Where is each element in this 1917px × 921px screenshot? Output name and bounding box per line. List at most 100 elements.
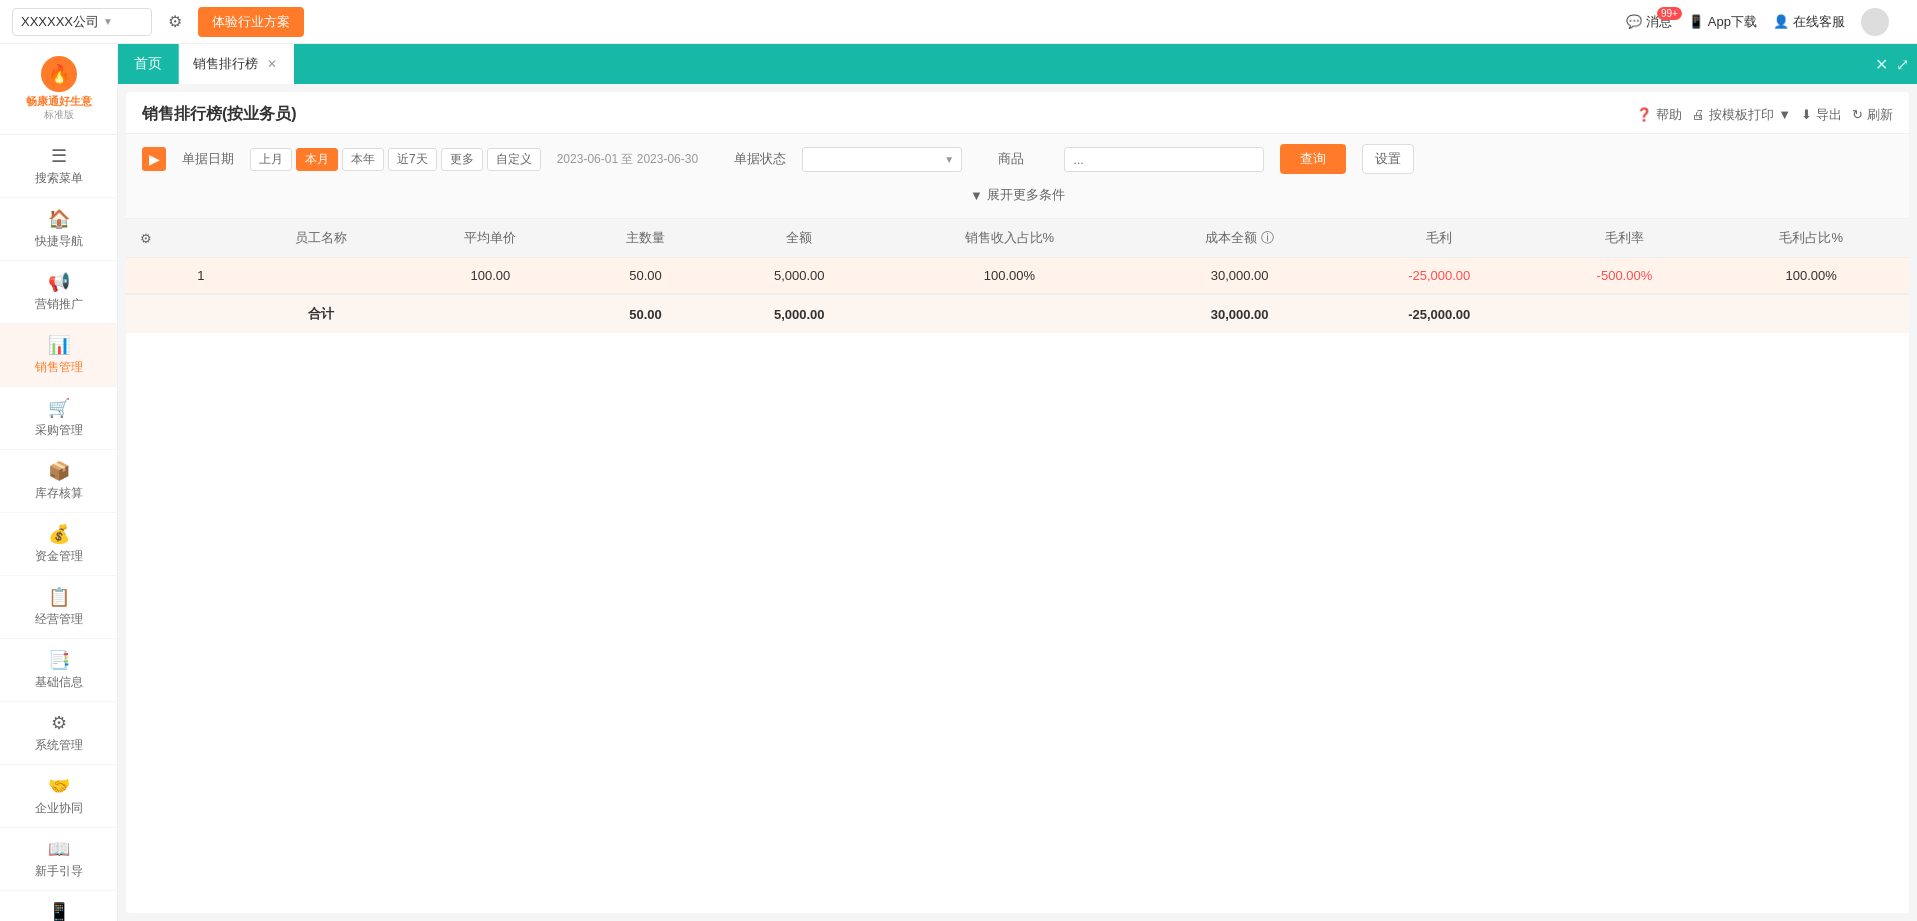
refresh-label: 刷新: [1867, 106, 1893, 124]
status-select[interactable]: [802, 147, 962, 172]
guide-icon: 📖: [48, 838, 70, 860]
basic-info-icon: 📑: [48, 649, 70, 671]
footer-cost: 30,000.00: [1136, 294, 1343, 333]
cell-cost: 30,000.00: [1136, 258, 1343, 295]
page-inner: 销售排行榜(按业务员) ❓ 帮助 🖨 按模板打印 ▼ ⬇: [126, 92, 1909, 913]
date-btn-this-month[interactable]: 本月: [296, 148, 338, 171]
sidebar-item-label: 快捷导航: [35, 233, 83, 250]
sidebar-item-label: 库存核算: [35, 485, 83, 502]
inventory-icon: 📦: [48, 460, 70, 482]
tab-sales-rank[interactable]: 销售排行榜 ✕: [179, 44, 294, 84]
page-content: 销售排行榜(按业务员) ❓ 帮助 🖨 按模板打印 ▼ ⬇: [118, 84, 1917, 921]
footer-sales-pct: [883, 294, 1137, 333]
table-footer-row: 合计 50.00 5,000.00 30,000.00 -25,000.00: [126, 294, 1909, 333]
page-header: 销售排行榜(按业务员) ❓ 帮助 🖨 按模板打印 ▼ ⬇: [126, 92, 1909, 134]
date-buttons: 上月 本月 本年 近7天 更多 自定义: [250, 148, 541, 171]
sidebar-item-operations[interactable]: 📋 经营管理: [0, 576, 117, 639]
sidebar-item-label: 销售管理: [35, 359, 83, 376]
company-selector[interactable]: XXXXXX公司 ▼: [12, 8, 152, 36]
cell-rank: 1: [166, 258, 236, 295]
data-table: ⚙ 员工名称 平均单价 主数量 全额 销售收入占比% 成本全额 ⓘ 毛利 毛利率: [126, 219, 1909, 333]
service-icon: 👤: [1773, 14, 1789, 29]
sidebar-item-finance[interactable]: 💰 资金管理: [0, 513, 117, 576]
print-label: 按模板打印: [1709, 106, 1774, 124]
sidebar-item-label: 企业协同: [35, 800, 83, 817]
col-gross-pct: 毛利占比%: [1713, 219, 1909, 258]
cell-employee: [236, 258, 406, 295]
sidebar-item-quick-nav[interactable]: 🏠 快捷导航: [0, 198, 117, 261]
tab-home[interactable]: 首页: [118, 44, 179, 84]
finance-icon: 💰: [48, 523, 70, 545]
sidebar-item-label: 采购管理: [35, 422, 83, 439]
settings-icon-btn[interactable]: ⚙: [160, 7, 190, 37]
message-button[interactable]: 💬 消息 99+: [1626, 13, 1672, 31]
message-icon: 💬: [1626, 14, 1642, 29]
tab-sales-rank-label: 销售排行榜: [193, 55, 258, 73]
sidebar-item-inventory[interactable]: 📦 库存核算: [0, 450, 117, 513]
date-btn-last-month[interactable]: 上月: [250, 148, 292, 171]
sidebar-item-purchase-mgmt[interactable]: 🛒 采购管理: [0, 387, 117, 450]
cell-sales-pct: 100.00%: [883, 258, 1137, 295]
cell-gross-pct: 100.00%: [1713, 258, 1909, 295]
sidebar-item-marketing[interactable]: 📢 营销推广: [0, 261, 117, 324]
date-btn-this-year[interactable]: 本年: [342, 148, 384, 171]
sidebar-item-label: 系统管理: [35, 737, 83, 754]
sidebar-item-app-center[interactable]: 📱 应用中心: [0, 891, 117, 921]
tab-bar-expand-icon[interactable]: ⤢: [1896, 55, 1909, 74]
sidebar-item-enterprise[interactable]: 🤝 企业协同: [0, 765, 117, 828]
footer-label: 合计: [236, 294, 406, 333]
footer-gross: -25,000.00: [1343, 294, 1535, 333]
refresh-icon: ↻: [1852, 107, 1863, 122]
cell-qty: 50.00: [575, 258, 716, 295]
date-label: 单据日期: [182, 150, 234, 168]
col-sales-pct: 销售收入占比%: [883, 219, 1137, 258]
goods-input[interactable]: [1064, 147, 1264, 172]
footer-avg-price: [405, 294, 575, 333]
avatar[interactable]: [1861, 8, 1889, 36]
help-icon: ❓: [1636, 107, 1652, 122]
sidebar-item-search-order[interactable]: ☰ 搜索菜单: [0, 135, 117, 198]
table-container: ⚙ 员工名称 平均单价 主数量 全额 销售收入占比% 成本全额 ⓘ 毛利 毛利率: [126, 219, 1909, 913]
expand-filters-button[interactable]: ▼ 展开更多条件: [962, 182, 1073, 208]
app-center-icon: 📱: [48, 901, 70, 921]
tab-bar-right: ✕ ⤢: [1875, 55, 1917, 74]
cell-amount: 5,000.00: [716, 258, 883, 295]
cell-gross: -25,000.00: [1343, 258, 1535, 295]
search-order-icon: ☰: [51, 145, 67, 167]
sidebar-item-guide[interactable]: 📖 新手引导: [0, 828, 117, 891]
header-right: 💬 消息 99+ 📱 App下载 👤 在线客服: [1626, 8, 1905, 36]
date-btn-custom[interactable]: 自定义: [487, 148, 541, 171]
message-badge: 99+: [1657, 7, 1682, 20]
logo-text: 畅康通好生意: [26, 94, 92, 108]
help-button[interactable]: ❓ 帮助: [1636, 106, 1682, 124]
print-button[interactable]: 🖨 按模板打印 ▼: [1692, 106, 1791, 124]
tab-bar-close-icon[interactable]: ✕: [1875, 55, 1888, 74]
refresh-button[interactable]: ↻ 刷新: [1852, 106, 1893, 124]
tab-close-icon[interactable]: ✕: [264, 56, 280, 72]
print-chevron-icon: ▼: [1778, 107, 1791, 122]
filter-row-expand: ▼ 展开更多条件: [142, 182, 1893, 208]
app-download-label: App下载: [1708, 13, 1757, 31]
date-btn-7days[interactable]: 近7天: [388, 148, 437, 171]
sidebar-item-sys-mgmt[interactable]: ⚙ 系统管理: [0, 702, 117, 765]
operations-icon: 📋: [48, 586, 70, 608]
page-actions: ❓ 帮助 🖨 按模板打印 ▼ ⬇ 导出 ↻: [1636, 106, 1893, 124]
marketing-icon: 📢: [48, 271, 70, 293]
print-icon: 🖨: [1692, 107, 1705, 122]
sidebar-item-sales-mgmt[interactable]: 📊 销售管理: [0, 324, 117, 387]
page-title: 销售排行榜(按业务员): [142, 104, 1636, 125]
trial-button[interactable]: 体验行业方案: [198, 7, 304, 37]
query-button[interactable]: 查询: [1280, 144, 1346, 174]
export-button[interactable]: ⬇ 导出: [1801, 106, 1842, 124]
collapse-button[interactable]: ▶: [142, 147, 166, 171]
sidebar-item-label: 搜索菜单: [35, 170, 83, 187]
col-settings[interactable]: ⚙: [126, 219, 166, 258]
sys-mgmt-icon: ⚙: [51, 712, 67, 734]
online-service-button[interactable]: 👤 在线客服: [1773, 13, 1845, 31]
app-icon: 📱: [1688, 14, 1704, 29]
settings-button[interactable]: 设置: [1362, 144, 1414, 174]
date-btn-more[interactable]: 更多: [441, 148, 483, 171]
app-download-button[interactable]: 📱 App下载: [1688, 13, 1757, 31]
sidebar-item-basic-info[interactable]: 📑 基础信息: [0, 639, 117, 702]
table-header-row: ⚙ 员工名称 平均单价 主数量 全额 销售收入占比% 成本全额 ⓘ 毛利 毛利率: [126, 219, 1909, 258]
